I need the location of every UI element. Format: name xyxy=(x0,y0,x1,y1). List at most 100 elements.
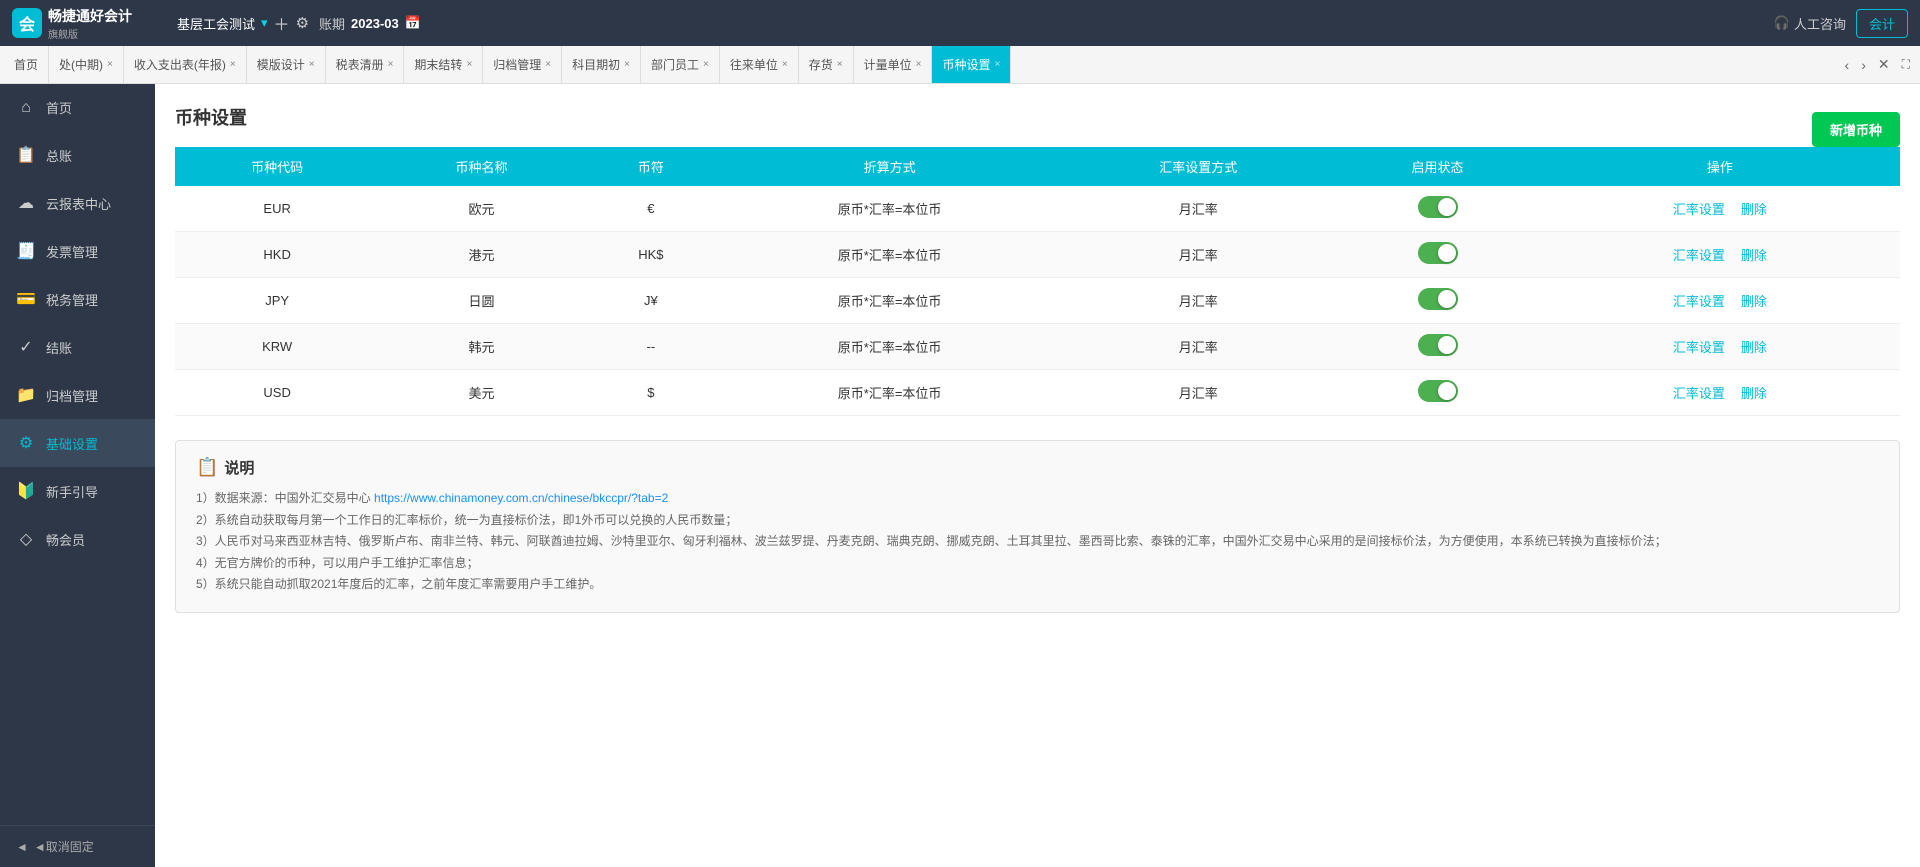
calendar-icon[interactable]: 📅 xyxy=(405,15,421,31)
settings-icon[interactable]: ⚙ xyxy=(296,14,309,32)
table-row: KRW韩元--原币*汇率=本位币月汇率汇率设置删除 xyxy=(175,324,1900,370)
invoice-icon: 🧾 xyxy=(16,241,36,261)
guide-icon: 🔰 xyxy=(16,481,36,501)
tab-模版设计[interactable]: 模版设计× xyxy=(247,46,326,83)
sidebar-item-report[interactable]: ☁云报表中心 xyxy=(0,179,155,227)
col-header-币符: 币符 xyxy=(584,147,718,186)
currency-table: 币种代码币种名称币符折算方式汇率设置方式启用状态操作 EUR欧元€原币*汇率=本… xyxy=(175,147,1900,416)
toggle-EUR[interactable] xyxy=(1418,196,1458,218)
settings-icon: ⚙ xyxy=(16,433,36,453)
sidebar-pin-toggle[interactable]: ◄ ◄取消固定 xyxy=(0,825,155,867)
delete-link-KRW[interactable]: 删除 xyxy=(1741,340,1767,355)
table-row: JPY日圆J¥原币*汇率=本位币月汇率汇率设置删除 xyxy=(175,278,1900,324)
tab-close-icon[interactable]: × xyxy=(782,59,788,70)
tab-close-icon[interactable]: × xyxy=(309,59,315,70)
tab-税表清册[interactable]: 税表清册× xyxy=(326,46,405,83)
project-dropdown-icon[interactable]: ▾ xyxy=(261,15,268,31)
tab-往来单位[interactable]: 往来单位× xyxy=(720,46,799,83)
sidebar-item-guide[interactable]: 🔰 新手引导 xyxy=(0,467,155,515)
toggle-KRW[interactable] xyxy=(1418,334,1458,356)
tab-close-all-button[interactable]: ✕ xyxy=(1872,52,1896,77)
rate-setting-link-HKD[interactable]: 汇率设置 xyxy=(1673,248,1725,263)
tab-close-icon[interactable]: × xyxy=(230,59,236,70)
delete-link-HKD[interactable]: 删除 xyxy=(1741,248,1767,263)
content-area: 币种设置 新增币种 币种代码币种名称币符折算方式汇率设置方式启用状态操作 EUR… xyxy=(155,84,1920,867)
tab-存货[interactable]: 存货× xyxy=(799,46,854,83)
new-currency-button[interactable]: 新增币种 xyxy=(1812,112,1900,147)
help-button[interactable]: 🎧 人工咨询 xyxy=(1774,14,1846,33)
col-header-折算方式: 折算方式 xyxy=(718,147,1061,186)
tab-prev-button[interactable]: ‹ xyxy=(1839,53,1856,77)
period-area: 账期 2023-03 📅 xyxy=(319,14,421,33)
tabs-container: 首页处(中期)×收入支出表(年报)×模版设计×税表清册×期末结转×归档管理×科目… xyxy=(4,46,1839,83)
note-item-4: 4）无官方牌价的币种，可以用户手工维护汇率信息； xyxy=(196,553,1879,575)
rate-setting-link-KRW[interactable]: 汇率设置 xyxy=(1673,340,1725,355)
sidebar-label-guide: 新手引导 xyxy=(46,482,98,501)
tab-期末结转[interactable]: 期末结转× xyxy=(404,46,483,83)
tab-处(中期)[interactable]: 处(中期)× xyxy=(49,46,124,83)
project-area: 基层工会测试 ▾ ＋ ⚙ xyxy=(177,11,309,35)
sidebar-item-ledger[interactable]: 📋总账 xyxy=(0,131,155,179)
col-header-币种名称: 币种名称 xyxy=(379,147,583,186)
project-name: 基层工会测试 xyxy=(177,14,255,33)
note-item-1: 1）数据来源：中国外汇交易中心 https://www.chinamoney.c… xyxy=(196,488,1879,510)
sidebar-item-invoice[interactable]: 🧾发票管理 xyxy=(0,227,155,275)
notes-list: 1）数据来源：中国外汇交易中心 https://www.chinamoney.c… xyxy=(196,488,1879,596)
sidebar: ⌂首页📋总账☁云报表中心🧾发票管理💳税务管理✓结账📁归档管理 ⚙ 基础设置 🔰 新手引导… xyxy=(0,84,155,867)
tab-close-icon[interactable]: × xyxy=(107,59,113,70)
tab-币种设置[interactable]: 币种设置× xyxy=(932,46,1011,83)
sidebar-item-member[interactable]: ◇畅会员 xyxy=(0,515,155,563)
add-project-icon[interactable]: ＋ xyxy=(274,11,290,35)
account-button[interactable]: 会计 xyxy=(1856,9,1908,38)
tab-bar: 首页处(中期)×收入支出表(年报)×模版设计×税表清册×期末结转×归档管理×科目… xyxy=(0,46,1920,84)
sidebar-item-checkout[interactable]: ✓结账 xyxy=(0,323,155,371)
app-name: 畅捷通好会计 xyxy=(48,6,132,26)
rate-setting-link-USD[interactable]: 汇率设置 xyxy=(1673,386,1725,401)
period-value: 2023-03 xyxy=(351,16,399,31)
toggle-JPY[interactable] xyxy=(1418,288,1458,310)
tab-close-icon[interactable]: × xyxy=(388,59,394,70)
delete-link-JPY[interactable]: 删除 xyxy=(1741,294,1767,309)
tab-计量单位[interactable]: 计量单位× xyxy=(854,46,933,83)
logo-area: 会 畅捷通好会计 旗舰版 xyxy=(12,6,167,41)
tab-首页[interactable]: 首页 xyxy=(4,46,49,83)
tax-icon: 💳 xyxy=(16,289,36,309)
tab-科目期初[interactable]: 科目期初× xyxy=(562,46,641,83)
tab-expand-button[interactable]: ⛶ xyxy=(1896,53,1916,76)
sidebar-item-archive[interactable]: 📁归档管理 xyxy=(0,371,155,419)
col-header-汇率设置方式: 汇率设置方式 xyxy=(1061,147,1335,186)
logo-icon: 会 xyxy=(12,8,42,38)
tab-close-icon[interactable]: × xyxy=(994,59,1000,70)
tab-收入支出表(年报)[interactable]: 收入支出表(年报)× xyxy=(124,46,247,83)
note-item-5: 5）系统只能自动抓取2021年度后的汇率，之前年度汇率需要用户手工维护。 xyxy=(196,574,1879,596)
china-money-link[interactable]: https://www.chinamoney.com.cn/chinese/bk… xyxy=(374,491,668,505)
sidebar-item-home[interactable]: ⌂首页 xyxy=(0,84,155,131)
table-row: HKD港元HK$原币*汇率=本位币月汇率汇率设置删除 xyxy=(175,232,1900,278)
toggle-USD[interactable] xyxy=(1418,380,1458,402)
sidebar-item-settings[interactable]: ⚙ 基础设置 xyxy=(0,419,155,467)
tab-close-icon[interactable]: × xyxy=(624,59,630,70)
rate-setting-link-JPY[interactable]: 汇率设置 xyxy=(1673,294,1725,309)
tab-close-icon[interactable]: × xyxy=(703,59,709,70)
rate-setting-link-EUR[interactable]: 汇率设置 xyxy=(1673,202,1725,217)
ledger-icon: 📋 xyxy=(16,145,36,165)
tab-close-icon[interactable]: × xyxy=(916,59,922,70)
note-item-2: 2）系统自动获取每月第一个工作日的汇率标价，统一为直接标价法，即1外币可以兑换的… xyxy=(196,510,1879,532)
archive-icon: 📁 xyxy=(16,385,36,405)
table-row: USD美元$原币*汇率=本位币月汇率汇率设置删除 xyxy=(175,370,1900,416)
home-icon: ⌂ xyxy=(16,99,36,117)
delete-link-EUR[interactable]: 删除 xyxy=(1741,202,1767,217)
tab-next-button[interactable]: › xyxy=(1855,53,1872,77)
tab-close-icon[interactable]: × xyxy=(837,59,843,70)
toggle-HKD[interactable] xyxy=(1418,242,1458,264)
tab-部门员工[interactable]: 部门员工× xyxy=(641,46,720,83)
tab-close-icon[interactable]: × xyxy=(466,59,472,70)
period-label: 账期 xyxy=(319,14,345,33)
sidebar-item-tax[interactable]: 💳税务管理 xyxy=(0,275,155,323)
app-sub: 旗舰版 xyxy=(48,26,132,41)
tab-close-icon[interactable]: × xyxy=(545,59,551,70)
tab-归档管理[interactable]: 归档管理× xyxy=(483,46,562,83)
notes-icon: 📋 xyxy=(196,457,218,478)
delete-link-USD[interactable]: 删除 xyxy=(1741,386,1767,401)
sidebar-label-settings: 基础设置 xyxy=(46,434,98,453)
